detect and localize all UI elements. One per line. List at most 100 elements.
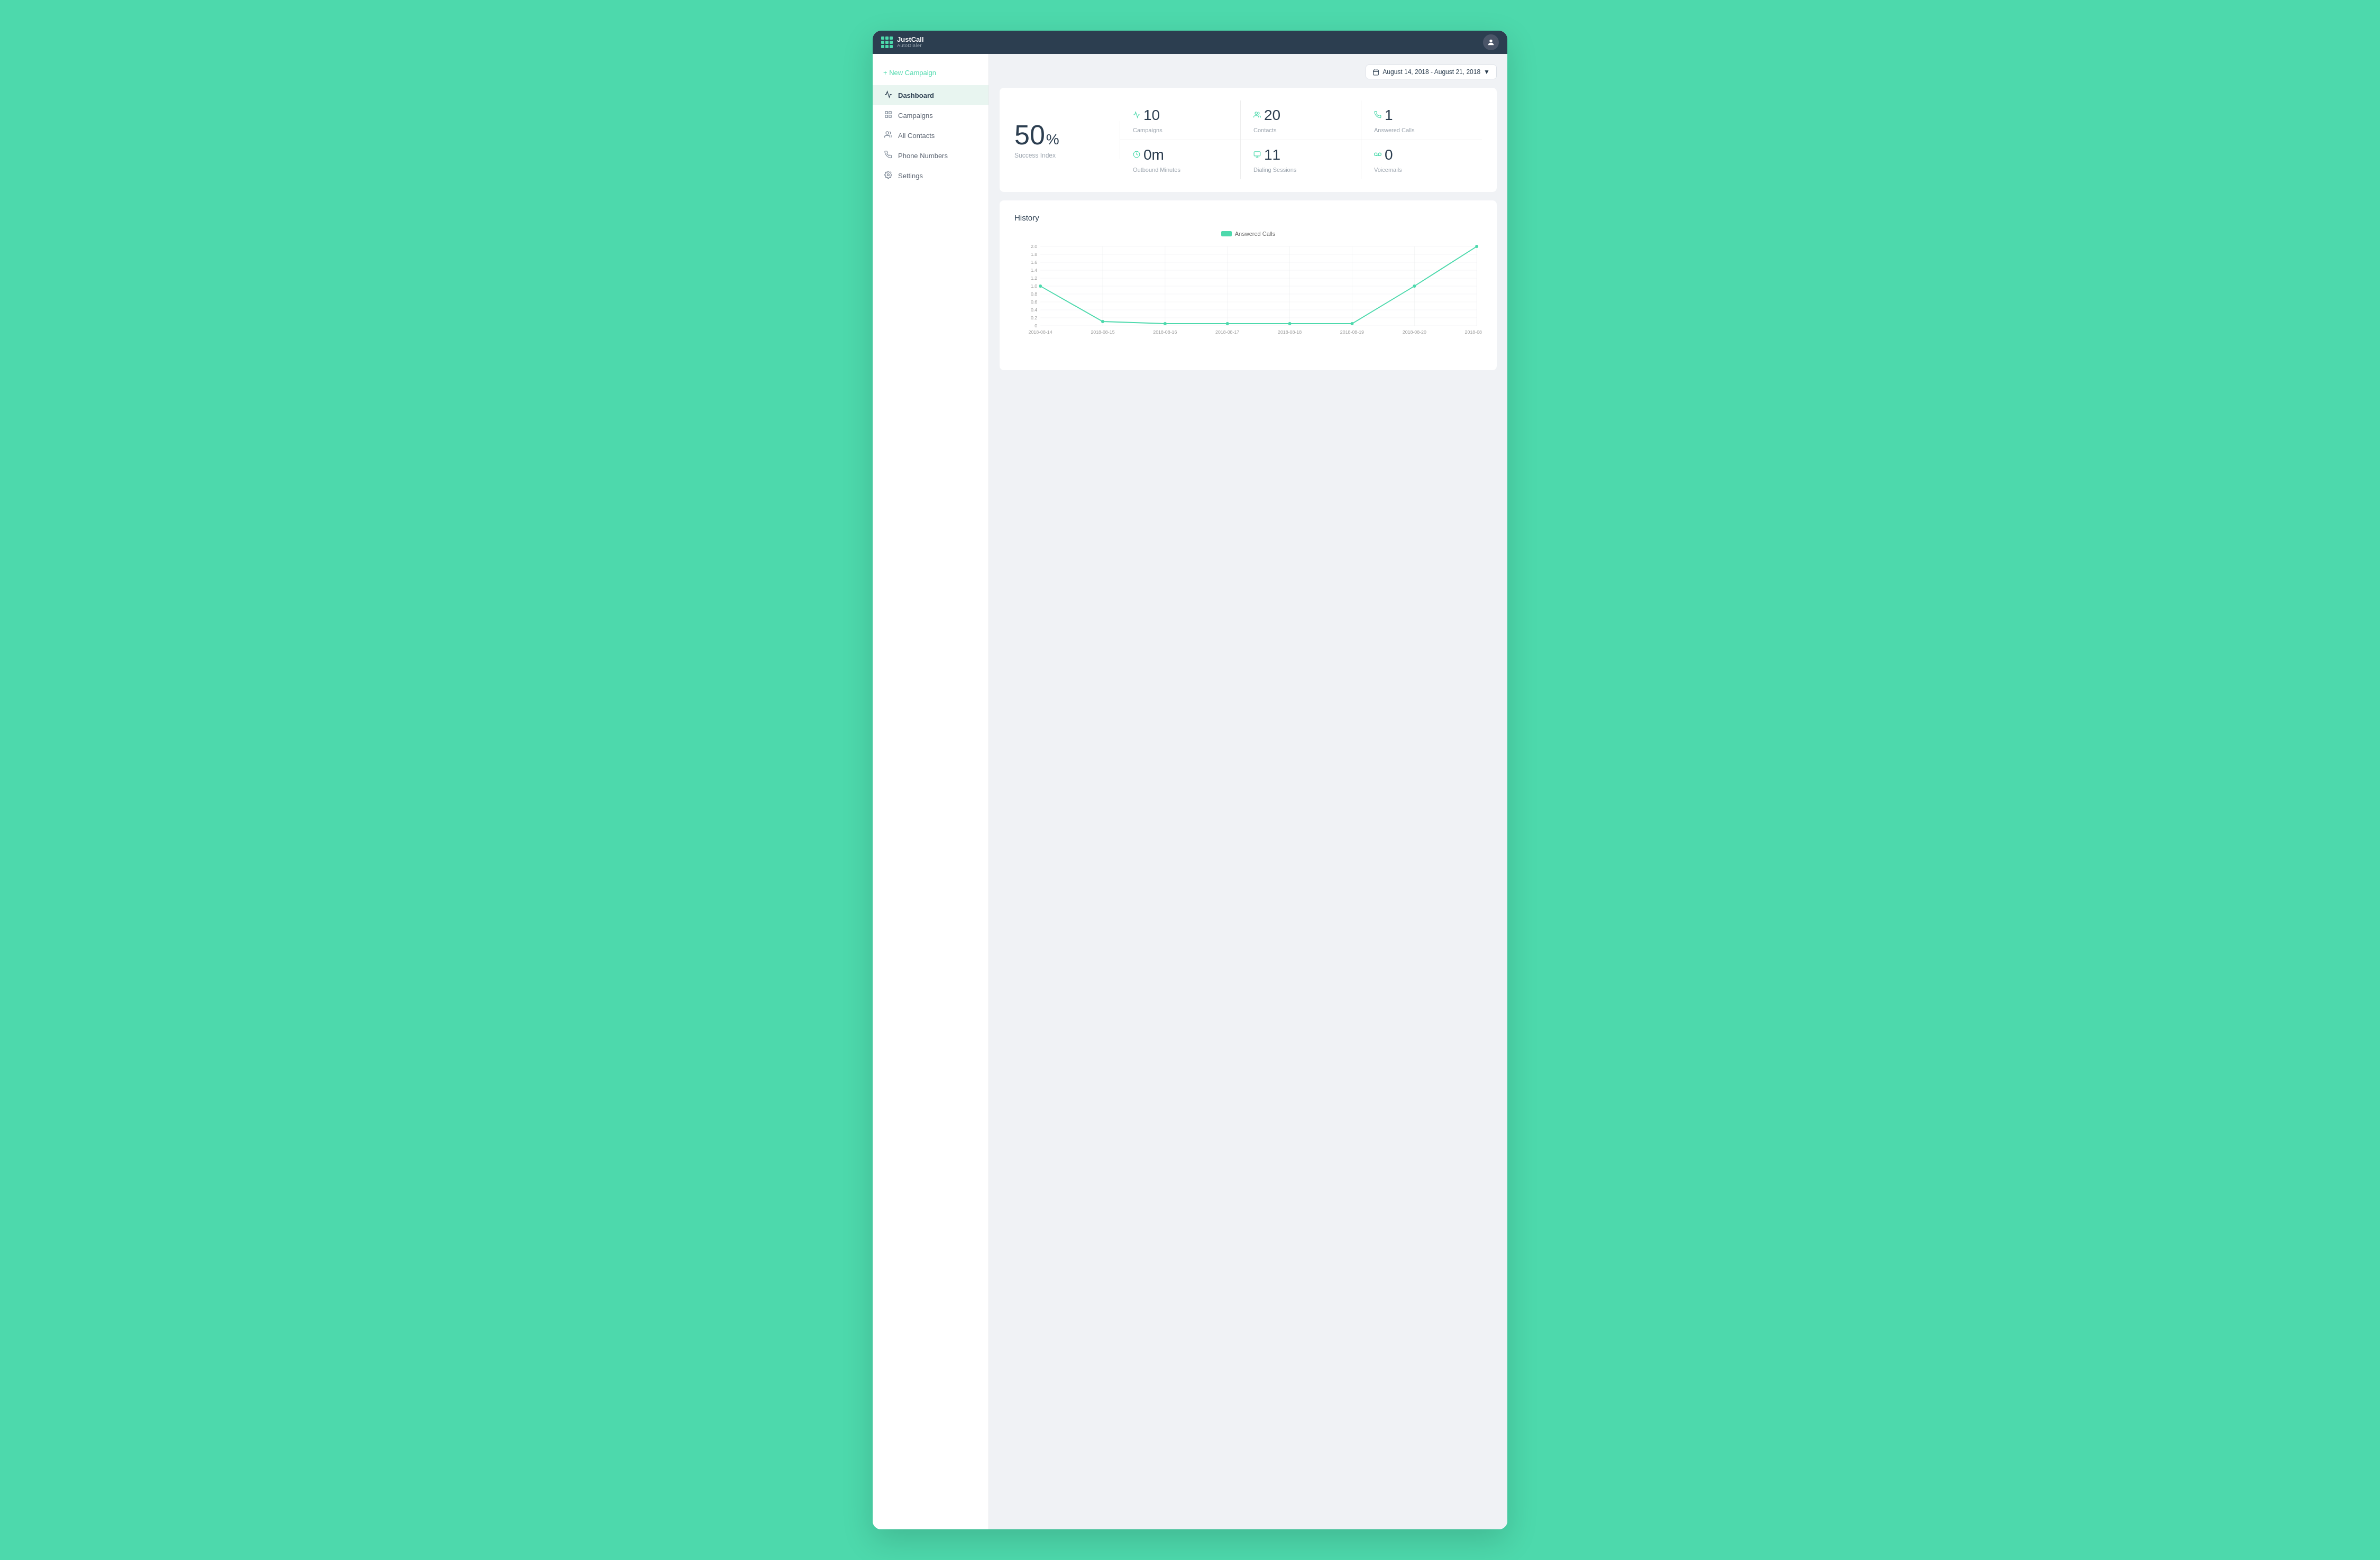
- logo-text: JustCall AutoDialer: [897, 36, 924, 49]
- campaigns-icon: [883, 111, 893, 120]
- svg-rect-4: [889, 115, 891, 117]
- dialing-value: 11: [1264, 146, 1280, 163]
- phone-icon: [883, 151, 893, 160]
- svg-rect-13: [1254, 151, 1260, 155]
- svg-text:2018-08-18: 2018-08-18: [1278, 329, 1302, 335]
- svg-point-17: [1378, 153, 1381, 155]
- svg-point-5: [886, 132, 889, 134]
- svg-text:2.0: 2.0: [1031, 244, 1037, 249]
- chart-point: [1164, 322, 1167, 325]
- svg-text:2018-08-21: 2018-08-21: [1465, 329, 1482, 335]
- contacts-stat-label: Contacts: [1253, 127, 1348, 133]
- chart-point: [1288, 322, 1292, 325]
- success-index-value: 50: [1014, 121, 1045, 149]
- svg-text:1.6: 1.6: [1031, 260, 1037, 265]
- chart-legend: Answered Calls: [1014, 231, 1482, 237]
- svg-point-0: [1489, 40, 1492, 42]
- svg-rect-2: [889, 112, 891, 114]
- outbound-icon: [1133, 151, 1140, 160]
- svg-text:1.0: 1.0: [1031, 283, 1037, 289]
- campaigns-label: Campaigns: [898, 112, 933, 120]
- voicemails-value: 0: [1385, 146, 1393, 163]
- contacts-stat-icon: [1253, 111, 1261, 120]
- titlebar: JustCall AutoDialer: [873, 31, 1507, 54]
- legend-label: Answered Calls: [1235, 231, 1275, 237]
- svg-text:2018-08-15: 2018-08-15: [1091, 329, 1114, 335]
- phone-numbers-label: Phone Numbers: [898, 152, 948, 160]
- voicemail-icon: [1374, 151, 1381, 160]
- chart-point: [1413, 285, 1416, 288]
- app-body: + New Campaign Dashboard Campaigns All C…: [873, 54, 1507, 1529]
- app-logo: JustCall AutoDialer: [881, 36, 924, 49]
- contacts-icon: [883, 131, 893, 140]
- chart-point: [1475, 245, 1478, 248]
- outbound-label: Outbound Minutes: [1133, 167, 1228, 173]
- svg-text:1.8: 1.8: [1031, 252, 1037, 257]
- svg-text:2018-08-16: 2018-08-16: [1153, 329, 1177, 335]
- chart-point: [1350, 322, 1353, 325]
- stats-grid: 10 Campaigns 20 Contacts: [1120, 100, 1482, 179]
- chart-card: History Answered Calls .grid-line { stro…: [1000, 200, 1497, 370]
- app-name: JustCall: [897, 36, 924, 43]
- legend-color-box: [1221, 231, 1232, 236]
- svg-rect-1: [885, 112, 887, 114]
- new-campaign-button[interactable]: + New Campaign: [873, 65, 988, 85]
- logo-grid-icon: [881, 36, 893, 48]
- answered-calls-label: Answered Calls: [1374, 127, 1469, 133]
- stats-card: 50 % Success Index 10 Campa: [1000, 88, 1497, 192]
- chart-point: [1101, 320, 1104, 323]
- success-index-suffix: %: [1046, 131, 1059, 148]
- svg-point-16: [1375, 153, 1377, 155]
- sidebar-item-campaigns[interactable]: Campaigns: [873, 105, 988, 125]
- svg-text:2018-08-17: 2018-08-17: [1215, 329, 1239, 335]
- settings-icon: [883, 171, 893, 180]
- chart-polyline: [1040, 246, 1477, 324]
- svg-text:0.2: 0.2: [1031, 315, 1037, 320]
- chart-title: History: [1014, 213, 1482, 222]
- date-picker-chevron: ▼: [1484, 68, 1490, 76]
- answered-calls-value: 1: [1385, 107, 1393, 124]
- sidebar-item-settings[interactable]: Settings: [873, 166, 988, 186]
- svg-text:0.4: 0.4: [1031, 307, 1037, 313]
- dialing-icon: [1253, 151, 1261, 160]
- chart-point: [1039, 285, 1042, 288]
- app-subtitle: AutoDialer: [897, 43, 924, 49]
- date-range-label: August 14, 2018 - August 21, 2018: [1383, 68, 1480, 76]
- sidebar-item-phone-numbers[interactable]: Phone Numbers: [873, 145, 988, 166]
- dashboard-label: Dashboard: [898, 91, 934, 99]
- dashboard-icon: [883, 90, 893, 100]
- campaigns-stat-value: 10: [1143, 107, 1160, 124]
- svg-rect-3: [885, 115, 887, 117]
- browser-window: JustCall AutoDialer + New Campaign Dashb…: [873, 31, 1507, 1529]
- campaigns-stat-label: Campaigns: [1133, 127, 1228, 133]
- voicemails-label: Voicemails: [1374, 167, 1469, 173]
- svg-text:0.8: 0.8: [1031, 291, 1037, 297]
- outbound-value: 0m: [1143, 146, 1164, 163]
- settings-label: Settings: [898, 172, 923, 180]
- top-bar: August 14, 2018 - August 21, 2018 ▼: [1000, 65, 1497, 79]
- svg-text:2018-08-14: 2018-08-14: [1029, 329, 1052, 335]
- chart-area: .grid-line { stroke: #e8eaed; stroke-wid…: [1014, 241, 1482, 357]
- svg-text:2018-08-20: 2018-08-20: [1403, 329, 1426, 335]
- dialing-label: Dialing Sessions: [1253, 167, 1348, 173]
- stat-campaigns: 10 Campaigns: [1120, 100, 1241, 140]
- all-contacts-label: All Contacts: [898, 132, 935, 140]
- sidebar-item-dashboard[interactable]: Dashboard: [873, 85, 988, 105]
- svg-text:1.4: 1.4: [1031, 268, 1037, 273]
- date-range-picker[interactable]: August 14, 2018 - August 21, 2018 ▼: [1366, 65, 1497, 79]
- stat-dialing-sessions: 11 Dialing Sessions: [1241, 140, 1361, 179]
- sidebar-item-all-contacts[interactable]: All Contacts: [873, 125, 988, 145]
- stat-outbound-minutes: 0m Outbound Minutes: [1120, 140, 1241, 179]
- chart-svg: .grid-line { stroke: #e8eaed; stroke-wid…: [1014, 241, 1482, 347]
- stat-answered-calls: 1 Answered Calls: [1361, 100, 1482, 140]
- chart-point: [1226, 322, 1229, 325]
- success-index: 50 % Success Index: [1014, 121, 1120, 159]
- svg-rect-7: [1374, 70, 1379, 75]
- svg-text:1.2: 1.2: [1031, 276, 1037, 281]
- stat-voicemails: 0 Voicemails: [1361, 140, 1482, 179]
- contacts-stat-value: 20: [1264, 107, 1280, 124]
- user-avatar[interactable]: [1483, 34, 1499, 50]
- sidebar: + New Campaign Dashboard Campaigns All C…: [873, 54, 989, 1529]
- stat-contacts: 20 Contacts: [1241, 100, 1361, 140]
- svg-text:2018-08-19: 2018-08-19: [1340, 329, 1364, 335]
